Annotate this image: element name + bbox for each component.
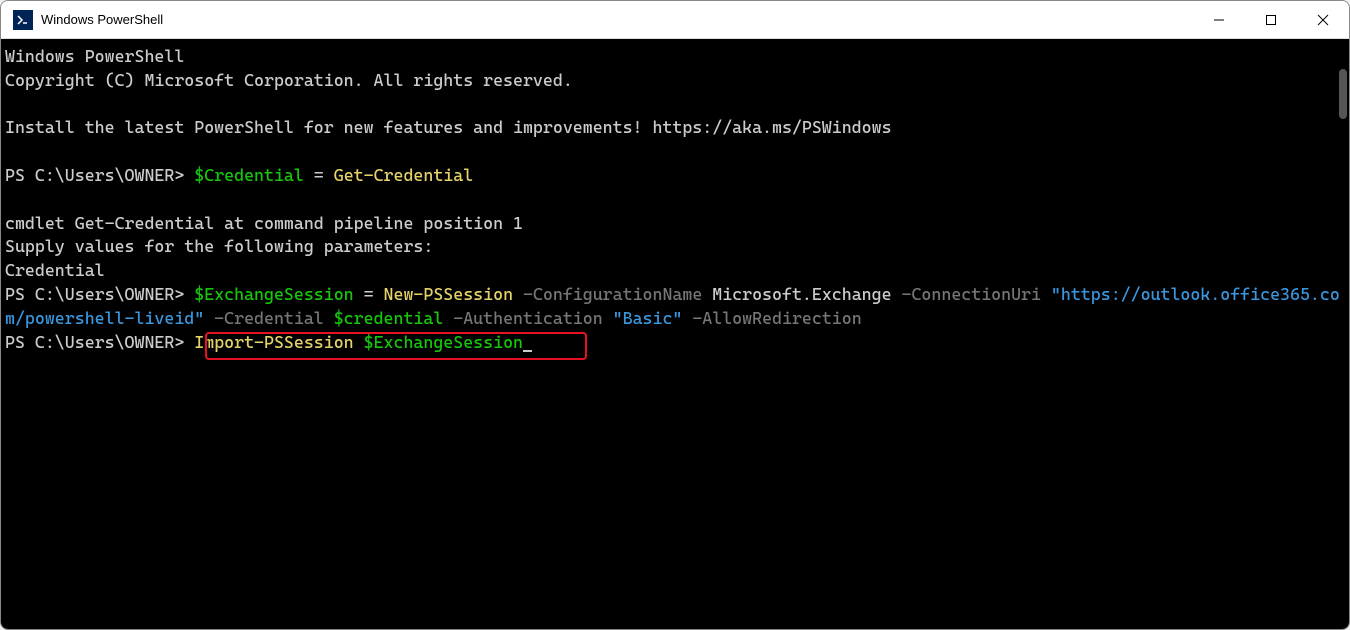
variable-text: $credential — [334, 308, 444, 328]
variable-text: $ExchangeSession — [364, 332, 523, 352]
close-button[interactable] — [1297, 1, 1349, 38]
minimize-icon — [1213, 14, 1225, 26]
scrollbar-thumb[interactable] — [1339, 69, 1347, 119]
param-text: -ConfigurationName — [513, 284, 712, 304]
prompt-text: PS C:\Users\OWNER> — [5, 165, 194, 185]
cursor-icon — [523, 350, 532, 352]
terminal-blank — [5, 140, 1345, 164]
maximize-icon — [1265, 14, 1277, 26]
minimize-button[interactable] — [1193, 1, 1245, 38]
prompt-text: PS C:\Users\OWNER> — [5, 284, 194, 304]
cmdlet-text: Get-Credential — [334, 165, 473, 185]
terminal-line: Windows PowerShell — [5, 45, 1345, 69]
powershell-icon — [13, 10, 33, 30]
prompt-text: PS C:\Users\OWNER> — [5, 332, 194, 352]
param-text: -AllowRedirection — [682, 308, 861, 328]
terminal-line: Supply values for the following paramete… — [5, 235, 1345, 259]
param-text: -Credential — [204, 308, 334, 328]
maximize-button[interactable] — [1245, 1, 1297, 38]
terminal-line: PS C:\Users\OWNER> Import-PSSession $Exc… — [5, 331, 1345, 355]
variable-text: $ExchangeSession — [194, 284, 353, 304]
variable-text: $Credential — [194, 165, 304, 185]
terminal-line: Install the latest PowerShell for new fe… — [5, 116, 1345, 140]
terminal-line: cmdlet Get-Credential at command pipelin… — [5, 212, 1345, 236]
terminal-blank — [5, 93, 1345, 117]
powershell-window: Windows PowerShell Windows PowerShellCop… — [0, 0, 1350, 630]
terminal-line: Copyright (C) Microsoft Corporation. All… — [5, 69, 1345, 93]
window-title: Windows PowerShell — [41, 12, 1193, 27]
terminal-content: Windows PowerShellCopyright (C) Microsof… — [5, 45, 1345, 354]
titlebar[interactable]: Windows PowerShell — [1, 1, 1349, 39]
terminal-line: PS C:\Users\OWNER> $Credential = Get-Cre… — [5, 164, 1345, 188]
param-text: -ConnectionUri — [892, 284, 1051, 304]
cmdlet-text: Import-PSSession — [194, 332, 353, 352]
param-text: -Authentication — [443, 308, 612, 328]
window-controls — [1193, 1, 1349, 38]
close-icon — [1317, 14, 1329, 26]
terminal-line: PS C:\Users\OWNER> $ExchangeSession = Ne… — [5, 283, 1345, 331]
terminal-line: Credential — [5, 259, 1345, 283]
terminal-blank — [5, 188, 1345, 212]
terminal-area[interactable]: Windows PowerShellCopyright (C) Microsof… — [1, 39, 1349, 629]
cmdlet-text: New-PSSession — [384, 284, 514, 304]
